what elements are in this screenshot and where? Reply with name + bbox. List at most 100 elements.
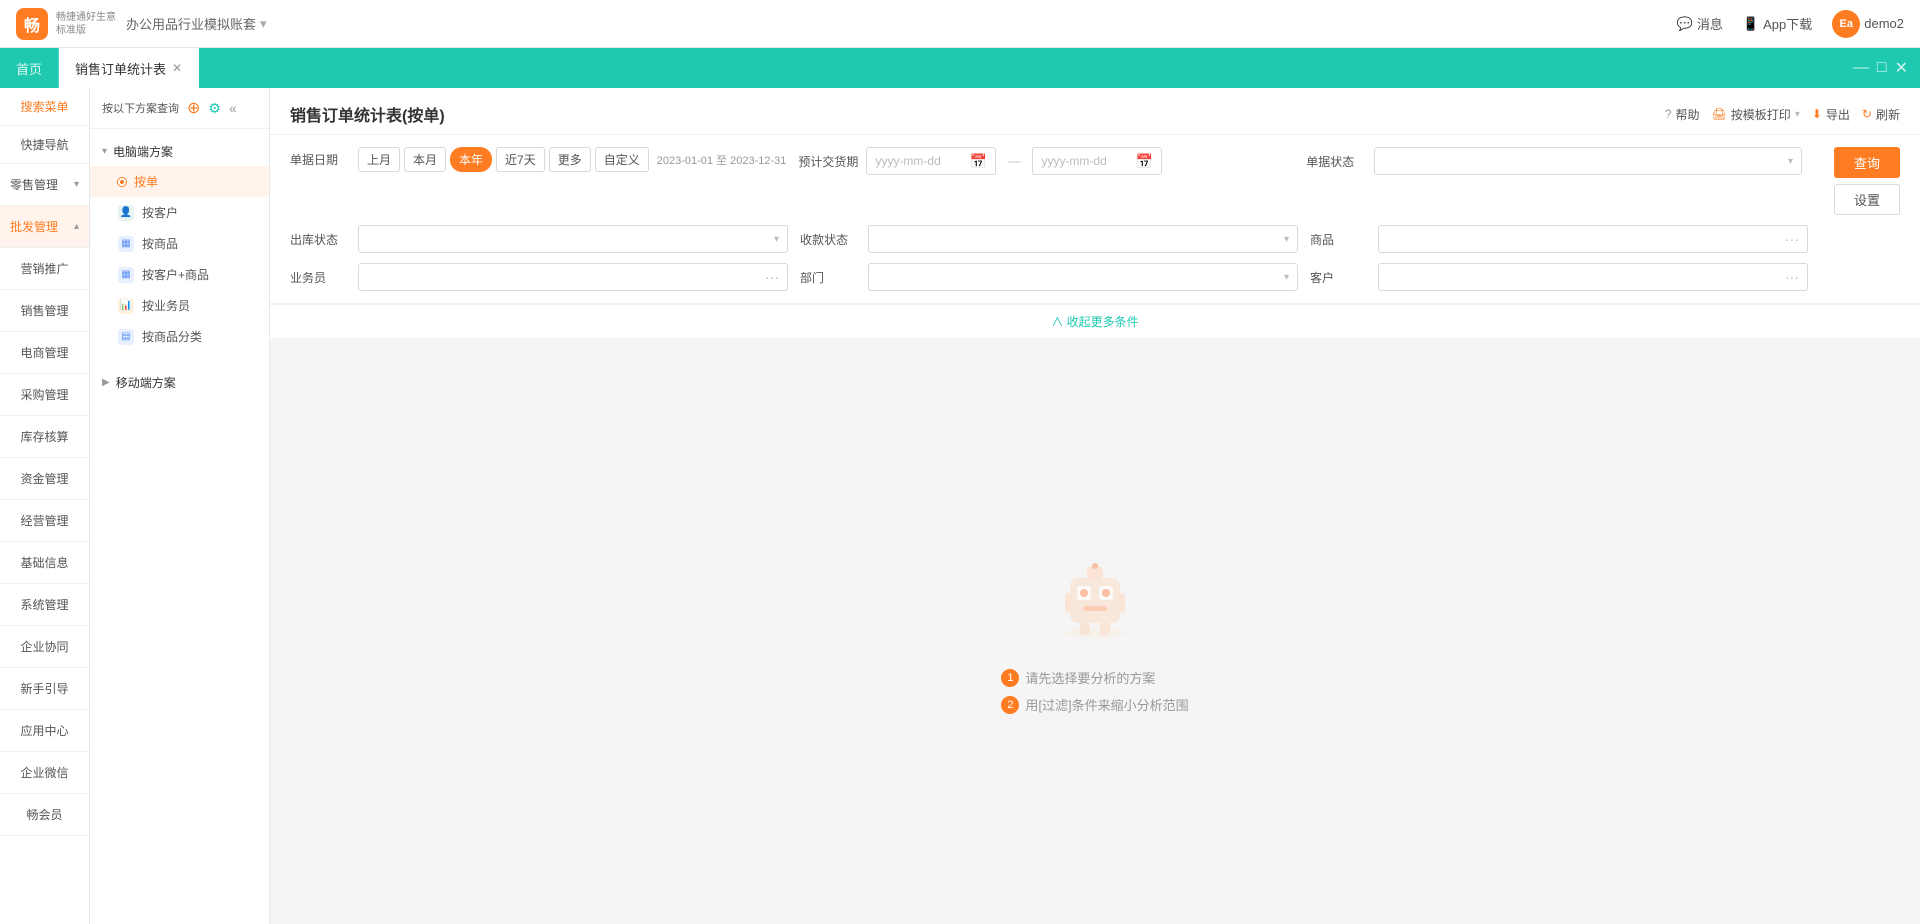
salesperson-input[interactable]: ···: [358, 263, 788, 291]
scheme-item-by-salesperson[interactable]: 📊 按业务员: [90, 290, 269, 321]
active-indicator: [118, 178, 126, 186]
sidebar-item-newbie[interactable]: 新手引导: [0, 668, 89, 710]
export-button[interactable]: ⬇ 导出: [1812, 106, 1850, 123]
sidebar-item-quick-nav[interactable]: 快捷导航: [0, 126, 89, 164]
date-filter-buttons: 上月 本月 本年 近7天 更多 自定义: [358, 147, 649, 172]
scheme-item-by-customer[interactable]: 👤 按客户: [90, 197, 269, 228]
breadcrumb-text: 办公用品行业模拟账套: [126, 14, 256, 33]
customer-label: 客户: [1310, 269, 1370, 286]
doc-status-select[interactable]: ▾: [1374, 147, 1802, 175]
scheme-item-by-order[interactable]: 按单: [90, 166, 269, 197]
dept-select[interactable]: ▾: [868, 263, 1298, 291]
app-download-button[interactable]: 📱 App下载: [1743, 14, 1812, 33]
sidebar-item-wholesale[interactable]: 批发管理 ▴: [0, 206, 89, 248]
sidebar-item-finance[interactable]: 资金管理: [0, 458, 89, 500]
date-btn-more[interactable]: 更多: [549, 147, 591, 172]
mobile-group-title[interactable]: ▶ 移动端方案: [90, 368, 269, 397]
expected-date-end-input[interactable]: [1041, 154, 1131, 168]
sidebar-item-system[interactable]: 系统管理: [0, 584, 89, 626]
hint-num-2: 2: [1001, 696, 1019, 714]
desktop-group-arrow-icon: ▾: [102, 146, 107, 157]
left-panel-title: 按以下方案查询: [102, 100, 179, 116]
tab-sales-order[interactable]: 销售订单统计表 ✕: [59, 48, 199, 88]
search-button[interactable]: 查询: [1834, 147, 1900, 178]
avatar: Ea: [1832, 10, 1860, 38]
tab-maximize-icon[interactable]: □: [1877, 59, 1887, 77]
date-range-display: 2023-01-01 至 2023-12-31: [657, 152, 787, 168]
collapse-panel-icon[interactable]: «: [229, 100, 237, 116]
top-bar-right: 💬 消息 📱 App下载 Ea demo2: [1677, 10, 1904, 38]
tab-close-icon[interactable]: ✕: [172, 61, 182, 75]
sidebar-item-marketing[interactable]: 营销推广: [0, 248, 89, 290]
sidebar-item-ecommerce[interactable]: 电商管理: [0, 332, 89, 374]
breadcrumb-arrow-icon[interactable]: ▾: [260, 16, 267, 32]
payment-status-select[interactable]: ▾: [868, 225, 1298, 253]
tab-minimize-icon[interactable]: —: [1853, 59, 1869, 77]
scheme-item-by-goods[interactable]: ▦ 按商品: [90, 228, 269, 259]
edit-scheme-icon[interactable]: ⚙: [208, 100, 221, 117]
calendar-end-icon[interactable]: 📅: [1135, 153, 1152, 170]
page-title: 销售订单统计表(按单): [290, 102, 445, 126]
top-bar: 畅 畅捷通好生意 标准版 办公用品行业模拟账套 ▾ 💬 消息 📱 App下载 E…: [0, 0, 1920, 48]
refresh-button[interactable]: ↻ 刷新: [1862, 106, 1900, 123]
sidebar-item-wechat[interactable]: 企业微信: [0, 752, 89, 794]
settings-button[interactable]: 设置: [1834, 184, 1900, 215]
add-scheme-icon[interactable]: ⊕: [187, 98, 200, 118]
goods-input[interactable]: ···: [1378, 225, 1808, 253]
sidebar-item-operation[interactable]: 经营管理: [0, 500, 89, 542]
scheme-group-desktop: ▾ 电脑端方案 按单 👤 按客户 ▦ 按商品 ▦ 按客: [90, 129, 269, 360]
goods-row: 商品 ···: [1310, 225, 1808, 253]
user-area[interactable]: Ea demo2: [1832, 10, 1904, 38]
quick-nav-label: 快捷导航: [20, 138, 68, 152]
sidebar-appstore-label: 应用中心: [20, 724, 68, 738]
ship-status-select[interactable]: ▾: [358, 225, 788, 253]
ship-status-arrow-icon: ▾: [774, 234, 779, 245]
sidebar-item-enterprise[interactable]: 企业协同: [0, 626, 89, 668]
date-btn-this-year[interactable]: 本年: [450, 147, 492, 172]
scheme-by-category-label: 按商品分类: [142, 328, 202, 345]
hint-text-2: 用[过滤]条件来缩小分析范围: [1025, 695, 1188, 714]
sidebar-item-purchase[interactable]: 采购管理: [0, 374, 89, 416]
message-button[interactable]: 💬 消息: [1677, 14, 1723, 33]
date-btn-this-month[interactable]: 本月: [404, 147, 446, 172]
scheme-by-category-icon: ▤: [118, 329, 134, 345]
sidebar-item-search-menu[interactable]: 搜索菜单: [0, 88, 89, 126]
template-print-button[interactable]: 🖨 按模板打印 ▾: [1712, 106, 1800, 123]
sidebar-item-vip[interactable]: 畅会员: [0, 794, 89, 836]
date-btn-last-month[interactable]: 上月: [358, 147, 400, 172]
date-btn-last-7-days[interactable]: 近7天: [496, 147, 545, 172]
scheme-item-by-customer-goods[interactable]: ▦ 按客户+商品: [90, 259, 269, 290]
customer-dots-icon: ···: [1785, 269, 1799, 285]
sidebar-item-sales[interactable]: 销售管理: [0, 290, 89, 332]
print-icon: 🖨: [1712, 107, 1727, 121]
sidebar-item-basic[interactable]: 基础信息: [0, 542, 89, 584]
tab-close-window-icon[interactable]: ✕: [1895, 58, 1908, 78]
page-header: 销售订单统计表(按单) ? 帮助 🖨 按模板打印 ▾ ⬇ 导出: [270, 88, 1920, 135]
left-panel: 按以下方案查询 ⊕ ⚙ « ▾ 电脑端方案 按单 👤 按客户: [90, 88, 270, 924]
logo-text: 畅捷通好生意 标准版: [56, 11, 116, 37]
calendar-start-icon[interactable]: 📅: [969, 153, 986, 170]
payment-status-label: 收款状态: [800, 231, 860, 248]
desktop-group-title[interactable]: ▾ 电脑端方案: [90, 137, 269, 166]
refresh-label: 刷新: [1876, 106, 1900, 123]
customer-row: 客户 ···: [1310, 263, 1808, 291]
sidebar-item-inventory[interactable]: 库存核算: [0, 416, 89, 458]
sidebar-ecommerce-label: 电商管理: [20, 346, 68, 360]
message-label: 消息: [1697, 14, 1723, 33]
date-btn-custom[interactable]: 自定义: [595, 147, 649, 172]
print-dropdown-icon: ▾: [1795, 109, 1800, 120]
expected-date-start-input[interactable]: [875, 154, 965, 168]
scheme-by-order-label: 按单: [134, 173, 158, 190]
collapse-bar[interactable]: ∧ 收起更多条件: [270, 304, 1920, 338]
customer-input[interactable]: ···: [1378, 263, 1808, 291]
scheme-item-by-category[interactable]: ▤ 按商品分类: [90, 321, 269, 352]
tab-home[interactable]: 首页: [0, 48, 59, 88]
message-icon: 💬: [1677, 16, 1693, 32]
tab-home-label: 首页: [16, 59, 42, 78]
sidebar-item-retail[interactable]: 零售管理 ▾: [0, 164, 89, 206]
sidebar-item-appstore[interactable]: 应用中心: [0, 710, 89, 752]
help-button[interactable]: ? 帮助: [1665, 106, 1700, 123]
logo-area[interactable]: 畅 畅捷通好生意 标准版: [16, 8, 116, 40]
app-download-icon: 📱: [1743, 16, 1759, 32]
username-label: demo2: [1864, 16, 1904, 31]
